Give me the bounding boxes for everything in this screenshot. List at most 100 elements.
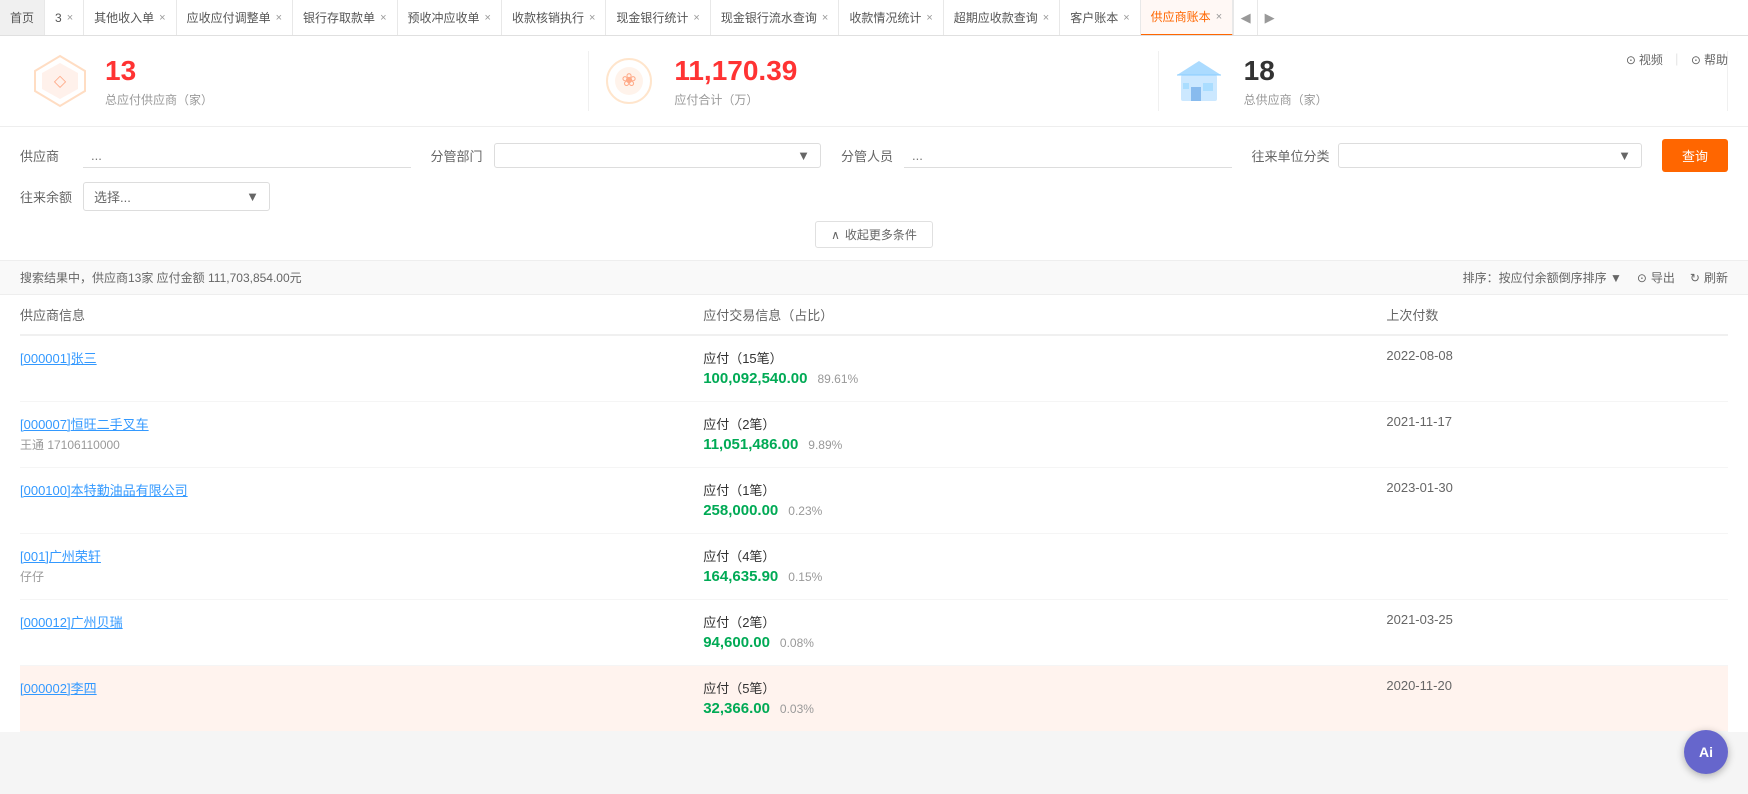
nav-tab-customer-account[interactable]: 客户账本 × bbox=[1060, 0, 1140, 36]
query-button[interactable]: 查询 bbox=[1662, 139, 1728, 172]
export-label: 导出 bbox=[1651, 269, 1675, 286]
supplier-input[interactable] bbox=[83, 144, 411, 168]
tx-percent-4: 0.15% bbox=[788, 570, 822, 584]
tx-amount-5: 94,600.00 bbox=[703, 634, 770, 651]
person-input[interactable] bbox=[904, 144, 1232, 168]
dept-dropdown-arrow: ▼ bbox=[797, 148, 810, 163]
sort-arrow-icon: ▼ bbox=[1610, 271, 1622, 285]
nav-tab-ap-adjust-close[interactable]: × bbox=[276, 12, 282, 24]
nav-arrow-right[interactable]: ▶ bbox=[1257, 0, 1281, 36]
sort-label: 排序：按应付余额倒序排序 bbox=[1463, 271, 1607, 285]
supplier-link-5[interactable]: [000012]广州贝瑞 bbox=[20, 615, 123, 630]
stat-icon-shop bbox=[1169, 51, 1229, 111]
tx-amount-1: 100,092,540.00 bbox=[703, 370, 807, 387]
col-header-last-pay: 上次付数 bbox=[1386, 305, 1728, 324]
person-field: 分管人员 bbox=[841, 144, 1232, 168]
top-navigation: 首页 3 × 其他收入单 × 应收应付调整单 × 银行存取款单 × 预收冲应收单… bbox=[0, 0, 1748, 36]
video-link[interactable]: 视频 bbox=[1639, 51, 1663, 68]
nav-tab-3-label: 3 bbox=[55, 11, 62, 25]
stat-icon-diamond: ◇ bbox=[30, 51, 90, 111]
nav-tab-bank-deposit-close[interactable]: × bbox=[380, 12, 386, 24]
search-row-1: 供应商 分管部门 ▼ 分管人员 往来单位分类 ▼ 查询 bbox=[20, 139, 1728, 172]
nav-tab-collection-verify[interactable]: 收款核销执行 × bbox=[502, 0, 606, 36]
nav-tab-other-income[interactable]: 其他收入单 × bbox=[84, 0, 176, 36]
supplier-code-4: [001] bbox=[20, 549, 49, 564]
transaction-info-2: 应付（2笔） 11,051,486.00 9.89% bbox=[703, 414, 1386, 455]
balance-dropdown-value: 选择... bbox=[94, 187, 131, 206]
nav-tab-home[interactable]: 首页 bbox=[0, 0, 45, 36]
table-row: [000001]张三 应付（15笔） 100,092,540.00 89.61%… bbox=[20, 336, 1728, 402]
table-row: [000002]李四 应付（5笔） 32,366.00 0.03% 2020-1… bbox=[20, 666, 1728, 732]
nav-tab-3[interactable]: 3 × bbox=[45, 0, 84, 36]
last-pay-5: 2021-03-25 bbox=[1386, 612, 1728, 627]
tx-amount-4: 164,635.90 bbox=[703, 568, 778, 585]
nav-tab-other-income-close[interactable]: × bbox=[159, 12, 165, 24]
nav-tab-prepay[interactable]: 预收冲应收单 × bbox=[398, 0, 502, 36]
supplier-link-3[interactable]: [000100]本特勤油品有限公司 bbox=[20, 483, 188, 498]
table-row: [000012]广州贝瑞 应付（2笔） 94,600.00 0.08% 2021… bbox=[20, 600, 1728, 666]
dept-label: 分管部门 bbox=[431, 146, 486, 165]
collapse-label: 收起更多条件 bbox=[845, 226, 917, 243]
nav-tab-prepay-close[interactable]: × bbox=[485, 12, 491, 24]
tx-percent-5: 0.08% bbox=[780, 636, 814, 650]
last-pay-3: 2023-01-30 bbox=[1386, 480, 1728, 495]
ai-badge[interactable]: Ai bbox=[1684, 730, 1728, 774]
nav-tab-collection-verify-close[interactable]: × bbox=[589, 12, 595, 24]
tx-label-5: 应付（2笔） bbox=[703, 612, 1386, 631]
supplier-info-3: [000100]本特勤油品有限公司 bbox=[20, 480, 703, 499]
tx-label-3: 应付（1笔） bbox=[703, 480, 1386, 499]
nav-tab-collection-stat[interactable]: 收款情况统计 × bbox=[839, 0, 943, 36]
supplier-name-4: 广州荣轩 bbox=[49, 549, 101, 564]
stats-bar: ◇ 13 总应付供应商（家） ❀ 11,170.39 应付合计（万） bbox=[0, 36, 1748, 127]
stat-icon-grain: ❀ bbox=[599, 51, 659, 111]
nav-tab-bank-deposit[interactable]: 银行存取款单 × bbox=[293, 0, 397, 36]
sort-selector[interactable]: 排序：按应付余额倒序排序 ▼ bbox=[1463, 269, 1622, 286]
table-header: 供应商信息 应付交易信息（占比） 上次付数 bbox=[20, 295, 1728, 336]
nav-tab-3-close[interactable]: × bbox=[67, 12, 73, 24]
balance-dropdown-arrow: ▼ bbox=[246, 189, 259, 204]
nav-tab-ap-adjust[interactable]: 应收应付调整单 × bbox=[177, 0, 293, 36]
nav-tab-cash-bank-stat[interactable]: 现金银行统计 × bbox=[606, 0, 710, 36]
nav-tab-overdue-close[interactable]: × bbox=[1043, 12, 1049, 24]
refresh-button[interactable]: ↻ 刷新 bbox=[1690, 269, 1728, 286]
col-header-transaction: 应付交易信息（占比） bbox=[703, 305, 1386, 324]
nav-tab-collection-stat-close[interactable]: × bbox=[926, 12, 932, 24]
table-row: [000100]本特勤油品有限公司 应付（1笔） 258,000.00 0.23… bbox=[20, 468, 1728, 534]
supplier-sub-2: 王通 17106110000 bbox=[20, 436, 703, 453]
category-dropdown[interactable]: ▼ bbox=[1338, 143, 1642, 168]
dept-dropdown[interactable]: ▼ bbox=[494, 143, 822, 168]
stat-number-total-suppliers: 18 bbox=[1244, 54, 1328, 88]
supplier-link-2[interactable]: [000007]恒旺二手叉车 bbox=[20, 417, 149, 432]
supplier-link-6[interactable]: [000002]李四 bbox=[20, 681, 97, 696]
supplier-link-1[interactable]: [000001]张三 bbox=[20, 351, 97, 366]
nav-tab-cash-bank-flow-close[interactable]: × bbox=[822, 12, 828, 24]
supplier-code-6: [000002] bbox=[20, 681, 71, 696]
person-label: 分管人员 bbox=[841, 146, 896, 165]
nav-tab-collection-verify-label: 收款核销执行 bbox=[512, 9, 584, 26]
nav-tab-bank-deposit-label: 银行存取款单 bbox=[303, 9, 375, 26]
nav-arrow-left[interactable]: ◀ bbox=[1233, 0, 1257, 36]
supplier-sub-4: 仔仔 bbox=[20, 568, 703, 585]
collapse-icon: ∧ bbox=[831, 228, 840, 242]
nav-tab-customer-account-close[interactable]: × bbox=[1123, 12, 1129, 24]
nav-tab-cash-bank-flow[interactable]: 现金银行流水查询 × bbox=[711, 0, 839, 36]
result-summary: 搜索结果中，供应商13家 应付金额 111,703,854.00元 bbox=[20, 269, 302, 286]
nav-tab-overdue[interactable]: 超期应收款查询 × bbox=[944, 0, 1060, 36]
supplier-name-2: 恒旺二手叉车 bbox=[71, 417, 149, 432]
supplier-link-4[interactable]: [001]广州荣轩 bbox=[20, 549, 101, 564]
nav-tab-supplier-account[interactable]: 供应商账本 × bbox=[1141, 0, 1233, 36]
last-pay-2: 2021-11-17 bbox=[1386, 414, 1728, 429]
nav-tab-ap-adjust-label: 应收应付调整单 bbox=[187, 9, 271, 26]
help-link[interactable]: 帮助 bbox=[1704, 51, 1728, 68]
stat-number-payable-suppliers: 13 bbox=[105, 54, 213, 88]
balance-dropdown[interactable]: 选择... ▼ bbox=[83, 182, 270, 211]
supplier-info-4: [001]广州荣轩 仔仔 bbox=[20, 546, 703, 585]
collapse-button[interactable]: ∧ 收起更多条件 bbox=[815, 221, 933, 248]
table-row: [000007]恒旺二手叉车 王通 17106110000 应付（2笔） 11,… bbox=[20, 402, 1728, 468]
nav-tab-supplier-account-close[interactable]: × bbox=[1216, 11, 1222, 23]
tx-label-6: 应付（5笔） bbox=[703, 678, 1386, 697]
export-button[interactable]: ⊙ 导出 bbox=[1637, 269, 1675, 286]
result-bar: 搜索结果中，供应商13家 应付金额 111,703,854.00元 排序：按应付… bbox=[0, 261, 1748, 295]
tx-amount-6: 32,366.00 bbox=[703, 700, 770, 717]
nav-tab-cash-bank-stat-close[interactable]: × bbox=[693, 12, 699, 24]
